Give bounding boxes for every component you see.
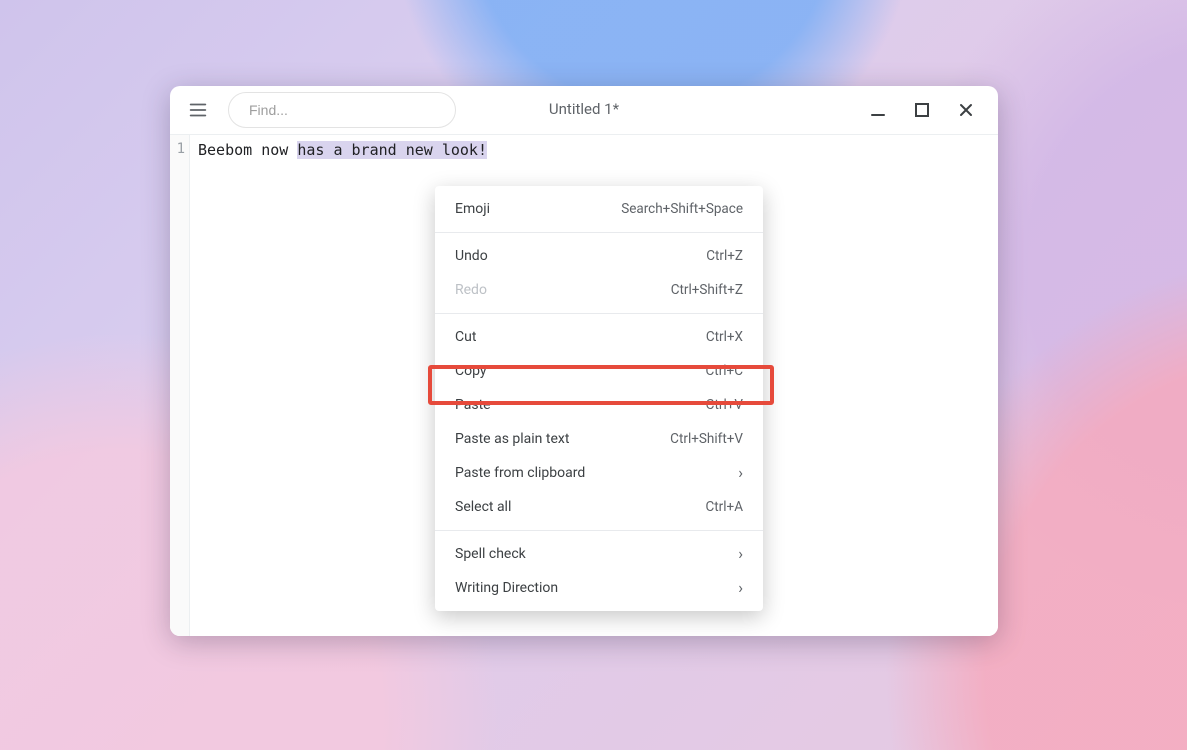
menu-separator <box>435 232 763 233</box>
menu-item-label: Emoji <box>455 201 490 217</box>
menu-item-label: Writing Direction <box>455 580 558 596</box>
minimize-button[interactable] <box>868 100 888 120</box>
find-input[interactable] <box>247 101 437 119</box>
menu-item-emoji[interactable]: Emoji Search+Shift+Space <box>435 192 763 226</box>
menu-item-shortcut: Ctrl+X <box>706 329 743 345</box>
menu-item-label: Cut <box>455 329 476 345</box>
maximize-button[interactable] <box>912 100 932 120</box>
chevron-right-icon: › <box>738 580 743 596</box>
menu-item-label: Spell check <box>455 546 526 562</box>
menu-item-spell-check[interactable]: Spell check › <box>435 537 763 571</box>
menu-item-shortcut: Ctrl+Shift+Z <box>671 282 743 298</box>
menu-item-paste-as-plain-text[interactable]: Paste as plain text Ctrl+Shift+V <box>435 422 763 456</box>
menu-item-label: Paste <box>455 397 491 413</box>
menu-item-shortcut: Ctrl+Z <box>706 248 743 264</box>
text-selection: has a brand new look! <box>297 141 487 159</box>
menu-item-label: Redo <box>455 282 487 298</box>
menu-item-writing-direction[interactable]: Writing Direction › <box>435 571 763 605</box>
menu-item-select-all[interactable]: Select all Ctrl+A <box>435 490 763 524</box>
text-plain: Beebom now <box>198 141 297 159</box>
menu-item-shortcut: Ctrl+A <box>705 499 743 515</box>
menu-item-label: Copy <box>455 363 487 379</box>
close-button[interactable] <box>956 100 976 120</box>
menu-item-label: Select all <box>455 499 511 515</box>
line-number-gutter: 1 <box>170 135 190 636</box>
chevron-right-icon: › <box>738 546 743 562</box>
context-menu: Emoji Search+Shift+Space Undo Ctrl+Z Redo Ctr… <box>435 186 763 611</box>
menu-item-undo[interactable]: Undo Ctrl+Z <box>435 239 763 273</box>
window-controls <box>868 100 982 120</box>
menu-item-shortcut: Search+Shift+Space <box>621 201 743 217</box>
menu-item-copy[interactable]: Copy Ctrl+C <box>435 354 763 388</box>
menu-separator <box>435 530 763 531</box>
menu-hamburger-icon[interactable] <box>186 98 210 122</box>
menu-item-shortcut: Ctrl+C <box>705 363 743 379</box>
line-number: 1 <box>170 141 185 157</box>
find-field[interactable] <box>228 92 456 128</box>
menu-item-label: Paste from clipboard <box>455 465 585 481</box>
menu-separator <box>435 313 763 314</box>
menu-item-label: Paste as plain text <box>455 431 569 447</box>
window-titlebar: Untitled 1* <box>170 86 998 134</box>
menu-item-redo: Redo Ctrl+Shift+Z <box>435 273 763 307</box>
menu-item-shortcut: Ctrl+V <box>706 397 743 413</box>
menu-item-shortcut: Ctrl+Shift+V <box>670 431 743 447</box>
menu-item-paste-from-clipboard[interactable]: Paste from clipboard › <box>435 456 763 490</box>
chevron-right-icon: › <box>738 465 743 481</box>
menu-item-label: Undo <box>455 248 488 264</box>
menu-item-paste[interactable]: Paste Ctrl+V <box>435 388 763 422</box>
menu-item-cut[interactable]: Cut Ctrl+X <box>435 320 763 354</box>
